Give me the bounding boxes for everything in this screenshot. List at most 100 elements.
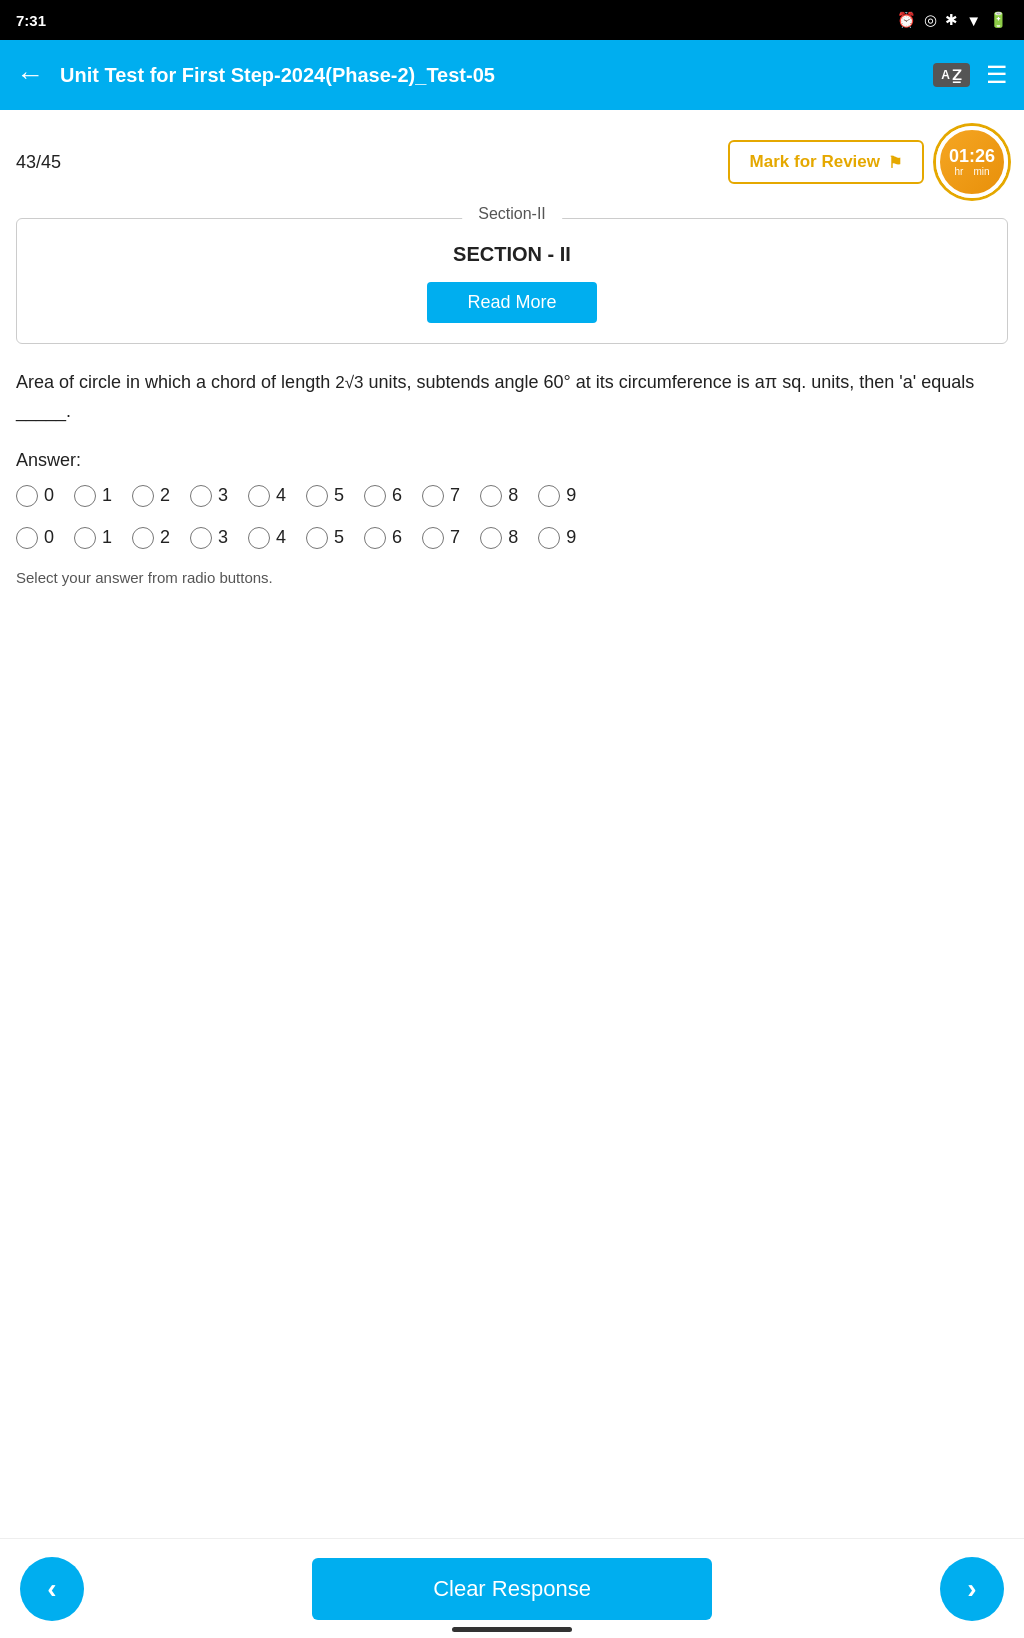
radio-input[interactable] (480, 485, 502, 507)
section-title: SECTION - II (37, 243, 987, 266)
radio-label: 7 (450, 527, 460, 548)
hr-label: hr (954, 166, 963, 177)
radio-label: 8 (508, 485, 518, 506)
radio-label: 7 (450, 485, 460, 506)
radio-item[interactable]: 9 (538, 485, 576, 507)
radio-row-1: 0 1 2 3 4 5 6 7 8 9 (16, 485, 1008, 507)
radio-input[interactable] (74, 485, 96, 507)
radio-input[interactable] (480, 527, 502, 549)
radio-row-2: 0123456789 (16, 527, 1008, 549)
radio-label: 4 (276, 527, 286, 548)
radio-item[interactable]: 9 (538, 527, 576, 549)
radio-input[interactable] (538, 527, 560, 549)
radio-label: 6 (392, 485, 402, 506)
radio-input[interactable] (16, 527, 38, 549)
radio-label: 9 (566, 485, 576, 506)
main-content: 43/45 Mark for Review ⚑ 01:26 hr min Sec… (0, 110, 1024, 706)
nav-bar: ← Unit Test for First Step-2024(Phase-2)… (0, 40, 1024, 110)
next-button[interactable]: › (940, 1557, 1004, 1621)
radio-item[interactable]: 4 (248, 485, 286, 507)
radio-label: 6 (392, 527, 402, 548)
radio-label: 9 (566, 527, 576, 548)
read-more-button[interactable]: Read More (427, 282, 596, 323)
radio-item[interactable]: 2 (132, 527, 170, 549)
radio-input[interactable] (538, 485, 560, 507)
radio-item[interactable]: 7 (422, 485, 460, 507)
question-header: 43/45 Mark for Review ⚑ 01:26 hr min (16, 126, 1008, 198)
radio-label: 4 (276, 485, 286, 506)
answer-label: Answer: (16, 450, 1008, 471)
status-bar: 7:31 ⏰ ◎ ✱ ▼ 🔋 (0, 0, 1024, 40)
radio-input[interactable] (190, 527, 212, 549)
radio-input[interactable] (248, 485, 270, 507)
z-label: Z̲ (952, 67, 962, 83)
radio-input[interactable] (132, 527, 154, 549)
a-label: A (941, 68, 950, 82)
radio-label: 1 (102, 485, 112, 506)
radio-input[interactable] (306, 527, 328, 549)
section-box: Section-II SECTION - II Read More (16, 218, 1008, 344)
nav-title: Unit Test for First Step-2024(Phase-2)_T… (60, 64, 917, 87)
radio-item[interactable]: 1 (74, 485, 112, 507)
radio-input[interactable] (422, 485, 444, 507)
question-counter: 43/45 (16, 152, 61, 173)
back-button[interactable]: ← (16, 61, 44, 89)
radio-label: 1 (102, 527, 112, 548)
timer-time: 01:26 (949, 147, 995, 167)
radio-item[interactable]: 0 (16, 527, 54, 549)
radio-item[interactable]: 4 (248, 527, 286, 549)
flag-icon: ⚑ (888, 153, 902, 172)
alarm-icon: ⏰ (897, 11, 916, 29)
radio-label: 5 (334, 485, 344, 506)
radio-item[interactable]: 5 (306, 485, 344, 507)
radio-item[interactable]: 5 (306, 527, 344, 549)
radio-item[interactable]: 1 (74, 527, 112, 549)
prev-button[interactable]: ‹ (20, 1557, 84, 1621)
mark-review-button[interactable]: Mark for Review ⚑ (728, 140, 924, 184)
bottom-nav: ‹ Clear Response › (0, 1538, 1024, 1638)
circle-icon: ◎ (924, 11, 937, 29)
hint-text: Select your answer from radio buttons. (16, 569, 1008, 586)
radio-label: 0 (44, 527, 54, 548)
radio-item[interactable]: 3 (190, 527, 228, 549)
radio-label: 0 (44, 485, 54, 506)
radio-input[interactable] (364, 527, 386, 549)
radio-item[interactable]: 3 (190, 485, 228, 507)
status-time: 7:31 (16, 12, 46, 29)
radio-item[interactable]: 8 (480, 527, 518, 549)
ab-toggle-icon[interactable]: A Z̲ (933, 63, 970, 87)
radio-label: 5 (334, 527, 344, 548)
menu-button[interactable]: ☰ (986, 61, 1008, 89)
radio-input[interactable] (422, 527, 444, 549)
radio-item[interactable]: 2 (132, 485, 170, 507)
radio-item[interactable]: 0 (16, 485, 54, 507)
mark-review-label: Mark for Review (750, 152, 880, 172)
radio-input[interactable] (364, 485, 386, 507)
radio-label: 2 (160, 485, 170, 506)
wifi-icon: ▼ (966, 12, 981, 29)
timer-label: hr min (954, 166, 989, 177)
radio-input[interactable] (132, 485, 154, 507)
radio-item[interactable]: 6 (364, 485, 402, 507)
section-label: Section-II (462, 205, 562, 223)
radio-input[interactable] (16, 485, 38, 507)
radio-input[interactable] (74, 527, 96, 549)
radio-item[interactable]: 7 (422, 527, 460, 549)
status-icons: ⏰ ◎ ✱ ▼ 🔋 (897, 11, 1008, 29)
bluetooth-icon: ✱ (945, 11, 958, 29)
question-text: Area of circle in which a chord of lengt… (16, 368, 1008, 426)
radio-label: 3 (218, 485, 228, 506)
question-text-part1: Area of circle in which a chord of lengt… (16, 372, 335, 392)
clear-response-button[interactable]: Clear Response (312, 1558, 712, 1620)
radio-label: 2 (160, 527, 170, 548)
timer-circle: 01:26 hr min (936, 126, 1008, 198)
radio-input[interactable] (306, 485, 328, 507)
radio-input[interactable] (248, 527, 270, 549)
radio-input[interactable] (190, 485, 212, 507)
battery-icon: 🔋 (989, 11, 1008, 29)
radio-label: 8 (508, 527, 518, 548)
radio-item[interactable]: 6 (364, 527, 402, 549)
header-right: Mark for Review ⚑ 01:26 hr min (728, 126, 1008, 198)
math-expression: 2√3 (335, 373, 363, 392)
radio-item[interactable]: 8 (480, 485, 518, 507)
